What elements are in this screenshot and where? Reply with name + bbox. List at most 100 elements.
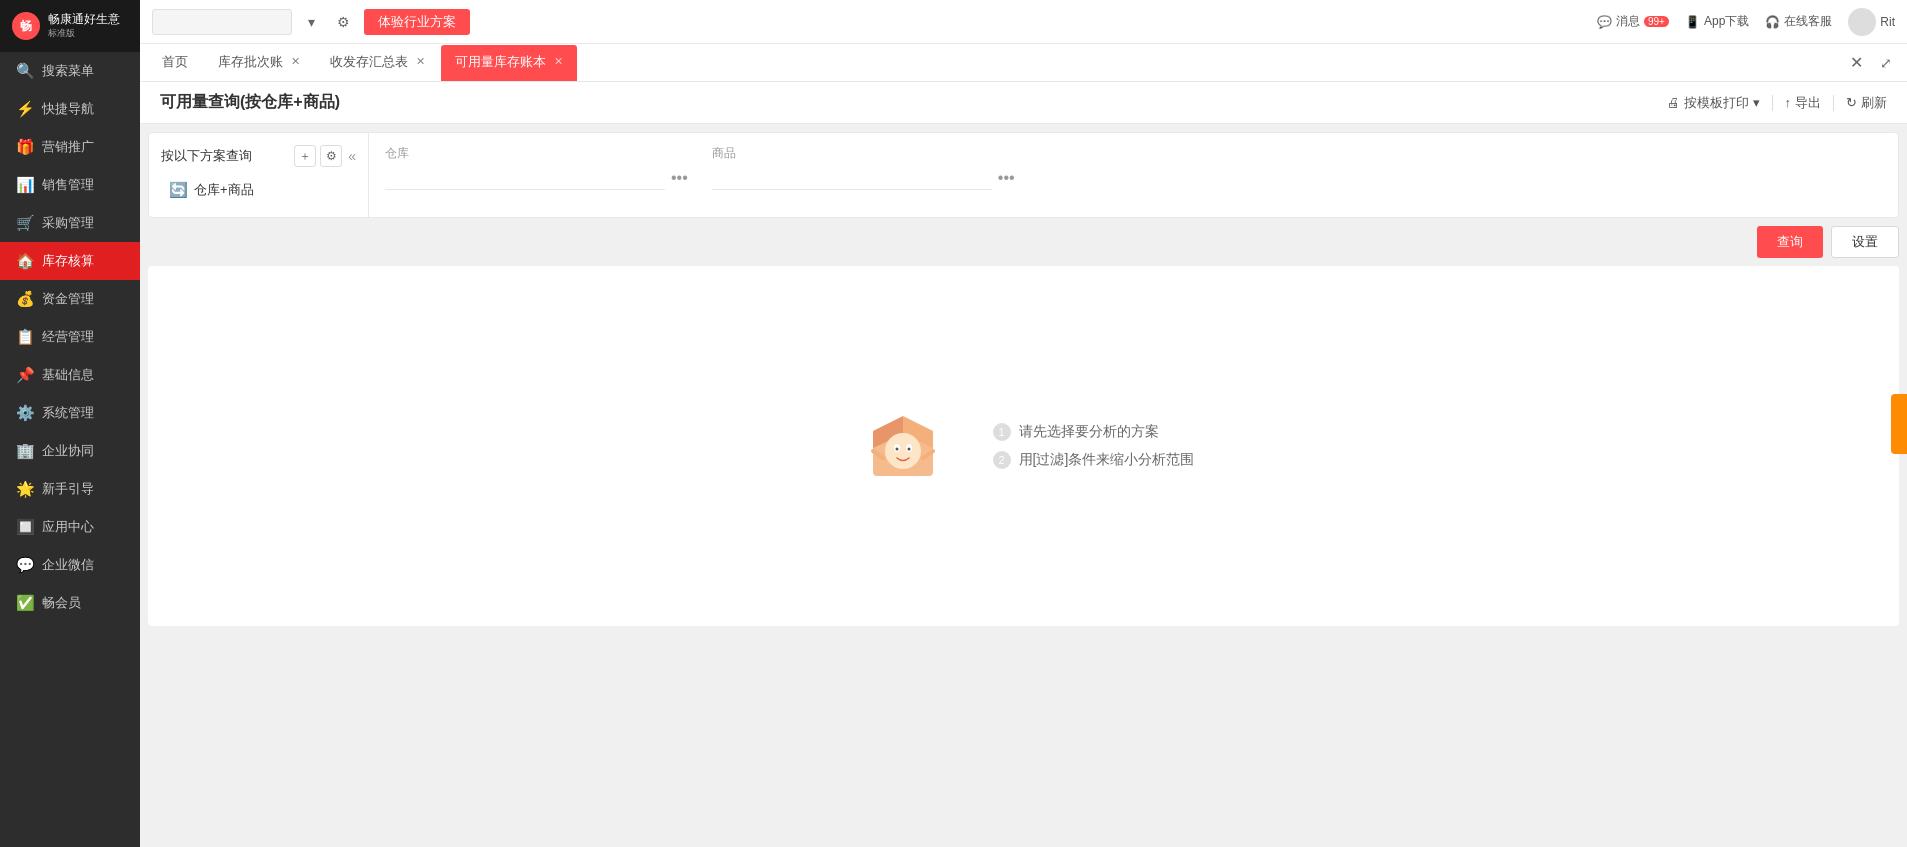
sidebar-item-marketing[interactable]: 🎁 营销推广: [0, 128, 140, 166]
trial-industry-btn[interactable]: 体验行业方案: [364, 9, 470, 35]
warehouse-more-btn[interactable]: •••: [671, 169, 688, 187]
topbar-search-area: ▾ ⚙: [152, 9, 356, 35]
sidebar-item-label: 销售管理: [42, 176, 94, 194]
wechat-icon: 💬: [16, 556, 34, 574]
app-title: 畅康通好生意: [48, 12, 120, 28]
settings-btn[interactable]: 设置: [1831, 226, 1899, 258]
sidebar-item-finance[interactable]: 💰 资金管理: [0, 280, 140, 318]
gift-icon: 🎁: [16, 138, 34, 156]
tab-batch-account-label: 库存批次账: [218, 53, 283, 71]
empty-state: 1 请先选择要分析的方案 2 用[过滤]条件来缩小分析范围: [148, 266, 1899, 626]
export-icon: ↑: [1785, 95, 1792, 110]
check-icon: ✅: [16, 594, 34, 612]
goods-label: 商品: [712, 145, 1015, 162]
sidebar-item-label: 库存核算: [42, 252, 94, 270]
print-label: 按模板打印: [1684, 94, 1749, 112]
money-icon: 💰: [16, 290, 34, 308]
sidebar-item-label: 资金管理: [42, 290, 94, 308]
sidebar-item-operations[interactable]: 📋 经营管理: [0, 318, 140, 356]
print-btn[interactable]: 🖨 按模板打印 ▾: [1667, 94, 1760, 112]
divider-1: [1772, 95, 1773, 111]
tab-expand-btn[interactable]: ⤢: [1873, 50, 1899, 76]
export-btn[interactable]: ↑ 导出: [1785, 94, 1822, 112]
refresh-label: 刷新: [1861, 94, 1887, 112]
tab-batch-account-close[interactable]: ✕: [291, 55, 300, 68]
print-icon: 🖨: [1667, 95, 1680, 110]
sidebar-item-label: 快捷导航: [42, 100, 94, 118]
messages-btn[interactable]: 💬 消息 99+: [1597, 13, 1669, 30]
app-download-btn[interactable]: 📱 App下载: [1685, 13, 1749, 30]
tab-receive-summary[interactable]: 收发存汇总表 ✕: [316, 45, 439, 81]
clipboard-icon: 📋: [16, 328, 34, 346]
sidebar-item-basic[interactable]: 📌 基础信息: [0, 356, 140, 394]
empty-step-2: 2 用[过滤]条件来缩小分析范围: [993, 451, 1195, 469]
warehouse-input[interactable]: [385, 166, 665, 190]
step-1-num: 1: [993, 423, 1011, 441]
filter-panel: 按以下方案查询 ＋ ⚙ « 🔄 仓库+商品 仓库: [148, 132, 1899, 218]
filter-settings-btn[interactable]: ⚙: [320, 145, 342, 167]
sidebar-item-label: 营销推广: [42, 138, 94, 156]
user-avatar-btn[interactable]: Rit: [1848, 8, 1895, 36]
topbar-settings-btn[interactable]: ⚙: [330, 9, 356, 35]
empty-illustration: [853, 396, 953, 496]
sidebar-item-purchase[interactable]: 🛒 采购管理: [0, 204, 140, 242]
sidebar-item-apps[interactable]: 🔲 应用中心: [0, 508, 140, 546]
warehouse-field-row: •••: [385, 166, 688, 190]
tab-home-label: 首页: [162, 53, 188, 71]
sidebar-item-sales[interactable]: 📊 销售管理: [0, 166, 140, 204]
sidebar-item-label: 企业微信: [42, 556, 94, 574]
sidebar-item-newbie[interactable]: 🌟 新手引导: [0, 470, 140, 508]
tab-available-ledger-label: 可用量库存账本: [455, 53, 546, 71]
sidebar-item-member[interactable]: ✅ 畅会员: [0, 584, 140, 622]
messages-badge: 99+: [1644, 16, 1669, 27]
goods-input[interactable]: [712, 166, 992, 190]
scheme-icon: 🔄: [169, 181, 188, 199]
sidebar-item-label: 企业协同: [42, 442, 94, 460]
tab-available-ledger-close[interactable]: ✕: [554, 55, 563, 68]
empty-state-content: 1 请先选择要分析的方案 2 用[过滤]条件来缩小分析范围: [853, 396, 1195, 496]
goods-more-btn[interactable]: •••: [998, 169, 1015, 187]
topbar-dropdown-btn[interactable]: ▾: [298, 9, 324, 35]
sidebar-header: 畅 畅康通好生意 标准版: [0, 0, 140, 52]
sidebar-item-inventory[interactable]: 🏠 库存核算: [0, 242, 140, 280]
topbar: ▾ ⚙ 体验行业方案 💬 消息 99+ 📱 App下载 🎧 在线客服 Rit: [140, 0, 1907, 44]
sidebar-item-shortcut[interactable]: ⚡ 快捷导航: [0, 90, 140, 128]
cart-icon: 🛒: [16, 214, 34, 232]
tabs-bar-actions: ✕ ⤢: [1843, 50, 1899, 76]
gear-icon: ⚙️: [16, 404, 34, 422]
sidebar-item-label: 经营管理: [42, 328, 94, 346]
step-2-text: 用[过滤]条件来缩小分析范围: [1019, 451, 1195, 469]
tab-close-all-btn[interactable]: ✕: [1843, 50, 1869, 76]
tab-receive-summary-close[interactable]: ✕: [416, 55, 425, 68]
sidebar-item-label: 新手引导: [42, 480, 94, 498]
tab-home[interactable]: 首页: [148, 45, 202, 81]
sidebar-item-system[interactable]: ⚙️ 系统管理: [0, 394, 140, 432]
tab-available-ledger[interactable]: 可用量库存账本 ✕: [441, 45, 577, 81]
filter-collapse-btn[interactable]: «: [348, 148, 356, 164]
filter-add-btn[interactable]: ＋: [294, 145, 316, 167]
filter-right: 仓库 ••• 商品 •••: [369, 133, 1898, 217]
pin-icon: 📌: [16, 366, 34, 384]
filter-item-warehouse-goods[interactable]: 🔄 仓库+商品: [161, 175, 356, 205]
tab-batch-account[interactable]: 库存批次账 ✕: [204, 45, 314, 81]
right-edge-handle[interactable]: [1891, 394, 1907, 454]
sidebar-item-label: 系统管理: [42, 404, 94, 422]
sidebar-item-label: 采购管理: [42, 214, 94, 232]
topbar-search-input[interactable]: [152, 9, 292, 35]
online-service-btn[interactable]: 🎧 在线客服: [1765, 13, 1832, 30]
online-service-label: 在线客服: [1784, 13, 1832, 30]
refresh-btn[interactable]: ↻ 刷新: [1846, 94, 1887, 112]
sidebar-item-wecom[interactable]: 💬 企业微信: [0, 546, 140, 584]
print-dropdown-icon: ▾: [1753, 95, 1760, 110]
step-1-text: 请先选择要分析的方案: [1019, 423, 1159, 441]
page-header-actions: 🖨 按模板打印 ▾ ↑ 导出 ↻ 刷新: [1667, 94, 1888, 112]
message-icon: 💬: [1597, 15, 1612, 29]
sidebar-item-search[interactable]: 🔍 搜索菜单: [0, 52, 140, 90]
page-content: 可用量查询(按仓库+商品) 🖨 按模板打印 ▾ ↑ 导出 ↻ 刷新: [140, 82, 1907, 847]
sidebar-item-label: 畅会员: [42, 594, 81, 612]
query-btn[interactable]: 查询: [1757, 226, 1823, 258]
export-label: 导出: [1795, 94, 1821, 112]
sidebar-item-label: 应用中心: [42, 518, 94, 536]
filter-left: 按以下方案查询 ＋ ⚙ « 🔄 仓库+商品: [149, 133, 369, 217]
sidebar-item-enterprise[interactable]: 🏢 企业协同: [0, 432, 140, 470]
